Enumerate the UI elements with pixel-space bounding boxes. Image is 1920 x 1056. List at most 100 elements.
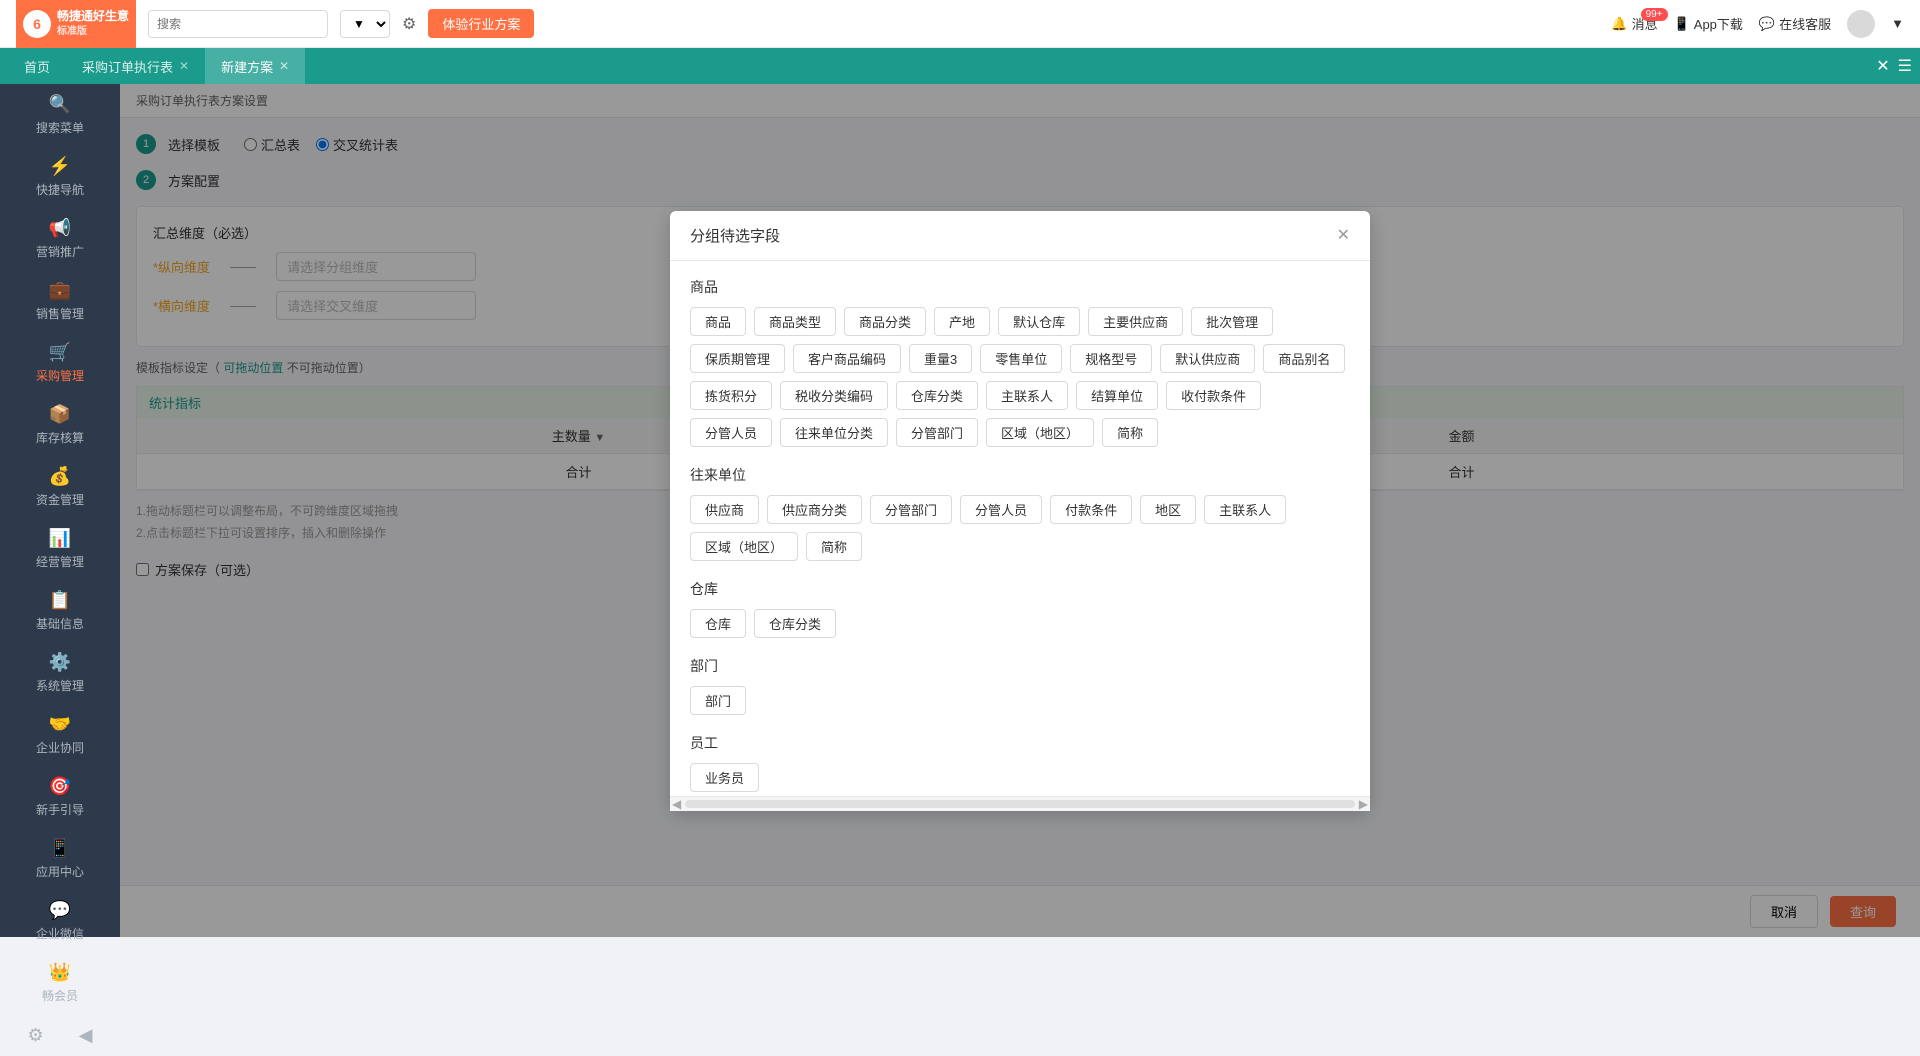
- top-bar: 6 畅捷通好生意 标准版 ▼ ⚙ 体验行业方案 🔔 99+ 消息 📱 App下载…: [0, 0, 1920, 48]
- field-tag[interactable]: 主联系人: [986, 381, 1068, 410]
- gear-icon[interactable]: ⚙: [402, 14, 416, 34]
- section-title: 部门: [690, 656, 1350, 676]
- app-download[interactable]: 📱 App下载: [1674, 14, 1743, 33]
- trial-button[interactable]: 体验行业方案: [428, 9, 534, 38]
- search-input[interactable]: [148, 10, 328, 38]
- tab-close-all-icon[interactable]: ✕: [1876, 56, 1889, 76]
- search-dropdown[interactable]: ▼: [340, 10, 390, 38]
- field-tag[interactable]: 往来单位分类: [780, 418, 888, 447]
- field-tag[interactable]: 仓库分类: [896, 381, 978, 410]
- field-tag[interactable]: 分管人员: [960, 495, 1042, 524]
- horizontal-scrollbar[interactable]: [685, 800, 1355, 808]
- sidebar-sales-label: 销售管理: [36, 305, 84, 322]
- field-tag[interactable]: 批次管理: [1191, 307, 1273, 336]
- settings-bottom-icon[interactable]: ⚙: [28, 1025, 44, 1046]
- field-tag[interactable]: 客户商品编码: [793, 344, 901, 373]
- section-title: 商品: [690, 277, 1350, 297]
- tab-menu-icon[interactable]: ☰: [1898, 56, 1912, 76]
- field-tag[interactable]: 供应商分类: [767, 495, 862, 524]
- sidebar-item-guide[interactable]: 🎯 新手引导: [0, 766, 120, 828]
- modal-header: 分组待选字段 ✕: [670, 211, 1370, 261]
- notification-badge: 99+: [1641, 8, 1668, 21]
- sidebar-system-label: 系统管理: [36, 677, 84, 694]
- field-tag[interactable]: 结算单位: [1076, 381, 1158, 410]
- sidebar-purchase-label: 采购管理: [36, 367, 84, 384]
- field-tag[interactable]: 零售单位: [980, 344, 1062, 373]
- download-icon: 📱: [1674, 16, 1690, 32]
- field-tag[interactable]: 地区: [1140, 495, 1196, 524]
- field-tag[interactable]: 供应商: [690, 495, 759, 524]
- field-tag[interactable]: 商品别名: [1263, 344, 1345, 373]
- system-icon: ⚙️: [49, 652, 71, 673]
- field-tag[interactable]: 拣货积分: [690, 381, 772, 410]
- field-tag[interactable]: 重量3: [909, 344, 972, 373]
- sidebar-item-search[interactable]: 🔍 搜索菜单: [0, 84, 120, 146]
- scroll-left-arrow[interactable]: ◀: [672, 797, 681, 811]
- sidebar-item-finance[interactable]: 💰 资金管理: [0, 456, 120, 518]
- field-tag[interactable]: 默认供应商: [1160, 344, 1255, 373]
- purchase-icon: 🛒: [49, 342, 71, 363]
- field-tag[interactable]: 主联系人: [1204, 495, 1286, 524]
- field-tag[interactable]: 部门: [690, 686, 746, 715]
- field-tag[interactable]: 简称: [1102, 418, 1158, 447]
- field-tag[interactable]: 产地: [934, 307, 990, 336]
- scroll-right-arrow[interactable]: ▶: [1359, 797, 1368, 811]
- field-tag[interactable]: 商品: [690, 307, 746, 336]
- sidebar-collab-label: 企业协同: [36, 739, 84, 756]
- field-section-商品: 商品商品商品类型商品分类产地默认仓库主要供应商批次管理保质期管理客户商品编码重量…: [690, 277, 1350, 447]
- sidebar-guide-label: 新手引导: [36, 801, 84, 818]
- field-tag[interactable]: 税收分类编码: [780, 381, 888, 410]
- sidebar-item-apps[interactable]: 📱 应用中心: [0, 828, 120, 890]
- field-tag[interactable]: 主要供应商: [1088, 307, 1183, 336]
- field-tag[interactable]: 规格型号: [1070, 344, 1152, 373]
- sidebar-item-inventory[interactable]: 📦 库存核算: [0, 394, 120, 456]
- sidebar-item-sales[interactable]: 💼 销售管理: [0, 270, 120, 332]
- section-title: 员工: [690, 733, 1350, 753]
- finance-icon: 💰: [49, 466, 71, 487]
- field-tag[interactable]: 简称: [806, 532, 862, 561]
- tab-purchase-list[interactable]: 采购订单执行表 ✕: [66, 48, 205, 84]
- user-menu-icon[interactable]: ▼: [1891, 16, 1904, 31]
- sidebar-item-basic-info[interactable]: 📋 基础信息: [0, 580, 120, 642]
- sidebar-item-collab[interactable]: 🤝 企业协同: [0, 704, 120, 766]
- field-tag[interactable]: 商品类型: [754, 307, 836, 336]
- sidebar-item-quick-nav[interactable]: ⚡ 快捷导航: [0, 146, 120, 208]
- field-tag[interactable]: 默认仓库: [998, 307, 1080, 336]
- notification-bell[interactable]: 🔔 99+ 消息: [1611, 14, 1657, 33]
- field-tag[interactable]: 区域（地区）: [986, 418, 1094, 447]
- field-tag[interactable]: 分管部门: [896, 418, 978, 447]
- avatar[interactable]: [1847, 10, 1875, 38]
- sidebar-bottom: ⚙ ◀: [0, 1014, 120, 1056]
- sidebar-item-operations[interactable]: 📊 经营管理: [0, 518, 120, 580]
- sidebar-item-system[interactable]: ⚙️ 系统管理: [0, 642, 120, 704]
- field-tag[interactable]: 分管人员: [690, 418, 772, 447]
- modal-footer-scrollbar[interactable]: ◀ ▶: [670, 796, 1370, 811]
- search-icon: 🔍: [49, 94, 71, 115]
- field-tag[interactable]: 仓库: [690, 609, 746, 638]
- sidebar-item-purchase[interactable]: 🛒 采购管理: [0, 332, 120, 394]
- field-tag[interactable]: 业务员: [690, 763, 759, 792]
- field-tag[interactable]: 分管部门: [870, 495, 952, 524]
- tab-purchase-close[interactable]: ✕: [179, 59, 189, 73]
- tab-new-plan[interactable]: 新建方案 ✕: [205, 48, 305, 84]
- tab-home[interactable]: 首页: [8, 48, 66, 84]
- sidebar-wechat-label: 企业微信: [36, 925, 84, 942]
- quick-nav-icon: ⚡: [49, 156, 71, 177]
- collapse-icon[interactable]: ◀: [79, 1025, 93, 1046]
- sidebar-item-marketing[interactable]: 📢 营销推广: [0, 208, 120, 270]
- sidebar-item-member[interactable]: 👑 畅会员: [0, 952, 120, 1014]
- field-tag[interactable]: 商品分类: [844, 307, 926, 336]
- field-tag[interactable]: 付款条件: [1050, 495, 1132, 524]
- tab-new-plan-close[interactable]: ✕: [279, 59, 289, 73]
- field-tag[interactable]: 区域（地区）: [690, 532, 798, 561]
- field-tag[interactable]: 收付款条件: [1166, 381, 1261, 410]
- sidebar-item-wechat[interactable]: 💬 企业微信: [0, 890, 120, 952]
- sidebar-basic-info-label: 基础信息: [36, 615, 84, 632]
- field-tag[interactable]: 保质期管理: [690, 344, 785, 373]
- modal-overlay: 分组待选字段 ✕ 商品商品商品类型商品分类产地默认仓库主要供应商批次管理保质期管…: [120, 84, 1920, 937]
- online-service[interactable]: 💬 在线客服: [1759, 14, 1831, 33]
- collab-icon: 🤝: [49, 714, 71, 735]
- field-tag[interactable]: 仓库分类: [754, 609, 836, 638]
- modal-close-button[interactable]: ✕: [1337, 225, 1350, 245]
- modal-body: 商品商品商品类型商品分类产地默认仓库主要供应商批次管理保质期管理客户商品编码重量…: [670, 261, 1370, 796]
